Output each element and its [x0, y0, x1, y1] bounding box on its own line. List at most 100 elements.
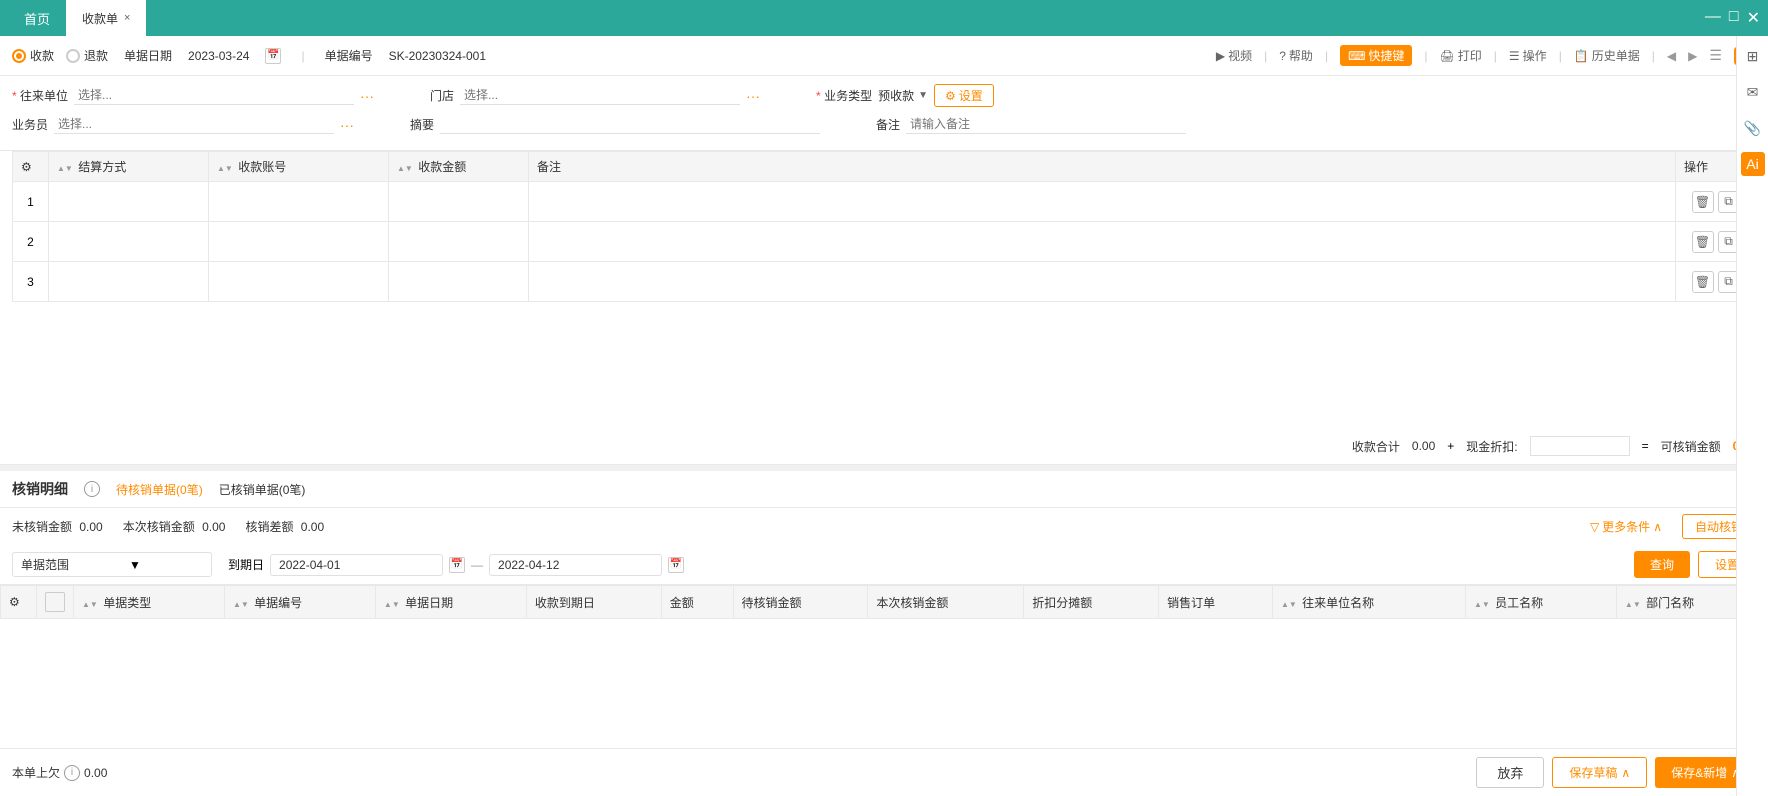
- sidebar-clip-icon[interactable]: 📎: [1741, 116, 1765, 140]
- maximize-icon[interactable]: □: [1729, 8, 1739, 28]
- row3-amount[interactable]: [389, 262, 529, 302]
- row3-note[interactable]: [529, 262, 1676, 302]
- calendar-icon[interactable]: 📅: [265, 48, 281, 64]
- form-row-1: 往来单位 ··· 门店 ··· 业务类型 预收款 ▼ ⚙ 设置: [12, 84, 1756, 107]
- row2-delete-icon[interactable]: 🗑: [1692, 231, 1714, 253]
- info-icon[interactable]: i: [84, 481, 100, 497]
- business-type-select[interactable]: 预收款 ▼: [878, 87, 928, 104]
- counterpart-more-btn[interactable]: ···: [360, 88, 374, 104]
- print-btn[interactable]: 🖨 打印: [1440, 47, 1482, 64]
- row3-settlement[interactable]: [49, 262, 209, 302]
- sidebar-table-icon[interactable]: ⊞: [1741, 44, 1765, 68]
- bottom-table: ⚙ ▲▼ 单据类型 ▲▼ 单据编号 ▲▼ 单据日期: [0, 585, 1768, 619]
- sidebar-camera-icon[interactable]: Ai: [1741, 152, 1765, 176]
- radio-receipt[interactable]: 收款: [12, 47, 54, 64]
- col-settings[interactable]: ⚙: [13, 152, 49, 182]
- row2-settlement[interactable]: [49, 222, 209, 262]
- remark-input[interactable]: [906, 115, 1186, 134]
- video-icon: ▶: [1216, 49, 1225, 63]
- pending-tab[interactable]: 待核销单据(0笔): [116, 481, 203, 498]
- row1-settlement[interactable]: [49, 182, 209, 222]
- bt-col-number: ▲▼ 单据编号: [224, 586, 375, 619]
- bt-col-gear[interactable]: ⚙: [1, 586, 37, 619]
- nav-list-icon[interactable]: ☰: [1709, 47, 1722, 64]
- radio-refund-circle: [66, 49, 80, 63]
- history-btn[interactable]: 📋 历史单据: [1574, 47, 1640, 64]
- prev-value: 0.00: [84, 766, 107, 780]
- bt-col-date: ▲▼ 单据日期: [375, 586, 526, 619]
- col-account-header: ▲▼ 收款账号: [209, 152, 389, 182]
- date-from-calendar-icon[interactable]: 📅: [449, 557, 465, 573]
- toolbar: 收款 退款 单据日期 2023-03-24 📅 | 单据编号 SK-202303…: [0, 36, 1768, 76]
- chevron-down-icon: ▼: [918, 90, 928, 101]
- bt-col-order: 销售订单: [1159, 586, 1273, 619]
- tab-close-icon[interactable]: ×: [124, 12, 130, 24]
- help-icon: ?: [1279, 49, 1286, 63]
- more-conditions-btn[interactable]: ▽ 更多条件 ∧: [1590, 518, 1662, 535]
- operation-btn[interactable]: ☰ 操作: [1509, 47, 1547, 64]
- current-value: 0.00: [202, 520, 225, 534]
- sidebar-mail-icon[interactable]: ✉: [1741, 80, 1765, 104]
- store-more-btn[interactable]: ···: [746, 88, 760, 104]
- done-tab[interactable]: 已核销单据(0笔): [219, 481, 306, 498]
- save-draft-chevron-icon: ∧: [1621, 766, 1630, 780]
- col-settlement-header: ▲▼ 结算方式: [49, 152, 209, 182]
- date-to-calendar-icon[interactable]: 📅: [668, 557, 684, 573]
- bt-col-current: 本次核销金额: [868, 586, 1024, 619]
- store-input[interactable]: [460, 86, 740, 105]
- row1-delete-icon[interactable]: 🗑: [1692, 191, 1714, 213]
- footer-info-icon[interactable]: i: [64, 765, 80, 781]
- video-btn[interactable]: ▶ 视频: [1216, 47, 1252, 64]
- row1-note[interactable]: [529, 182, 1676, 222]
- row1-account[interactable]: [209, 182, 389, 222]
- summary-input[interactable]: [440, 115, 820, 134]
- window-close-icon[interactable]: ✕: [1747, 8, 1760, 28]
- row2-amount[interactable]: [389, 222, 529, 262]
- staff-more-btn[interactable]: ···: [340, 117, 354, 133]
- tab-bar: 首页 收款单 × — □ ✕: [0, 0, 1768, 36]
- operation-icon: ☰: [1509, 49, 1520, 63]
- help-btn[interactable]: ? 帮助: [1279, 47, 1313, 64]
- row3-account[interactable]: [209, 262, 389, 302]
- remark-field: 备注: [876, 115, 1186, 134]
- nav-next-icon[interactable]: ▶: [1688, 49, 1697, 63]
- diff-value: 0.00: [301, 520, 324, 534]
- shortcut-btn[interactable]: ⌨ 快捷键: [1340, 45, 1412, 66]
- form-settings-btn[interactable]: ⚙ 设置: [934, 84, 994, 107]
- bt-col-staff: ▲▼ 员工名称: [1465, 586, 1616, 619]
- row2-note[interactable]: [529, 222, 1676, 262]
- bt-col-type: ▲▼ 单据类型: [74, 586, 225, 619]
- bt-checkbox[interactable]: [45, 592, 65, 612]
- row3-delete-icon[interactable]: 🗑: [1692, 271, 1714, 293]
- col-amount-header: ▲▼ 收款金额: [389, 152, 529, 182]
- main-content: 收款 退款 单据日期 2023-03-24 📅 | 单据编号 SK-202303…: [0, 36, 1768, 796]
- toolbar-sep1: |: [1264, 49, 1267, 63]
- staff-input[interactable]: [54, 115, 334, 134]
- date-from-input[interactable]: [270, 554, 443, 576]
- section-title: 核销明细: [12, 479, 68, 499]
- range-select[interactable]: 单据范围 ▼: [12, 552, 212, 577]
- discount-input[interactable]: [1530, 436, 1630, 456]
- query-btn[interactable]: 查询: [1634, 551, 1690, 578]
- row2-account[interactable]: [209, 222, 389, 262]
- total-value: 0.00: [1412, 439, 1435, 453]
- table-gear-icon: ⚙: [21, 160, 32, 174]
- minimize-icon[interactable]: —: [1705, 8, 1721, 28]
- tab-receipt[interactable]: 收款单 ×: [66, 0, 146, 36]
- toolbar-sep5: |: [1559, 49, 1562, 63]
- table-row: 2 🗑 ⧉: [13, 222, 1756, 262]
- footer: 本单上欠 i 0.00 放弃 保存草稿 ∧ 保存&新增 ∧: [0, 748, 1768, 796]
- abandon-btn[interactable]: 放弃: [1476, 757, 1544, 788]
- counterpart-input[interactable]: [74, 86, 354, 105]
- bt-col-check[interactable]: [37, 586, 74, 619]
- filter-icon: ▽: [1590, 520, 1599, 534]
- tab-home[interactable]: 首页: [8, 0, 66, 36]
- row1-amount[interactable]: [389, 182, 529, 222]
- receipt-refund-toggle: 收款 退款: [12, 47, 108, 64]
- date-to-input[interactable]: [489, 554, 662, 576]
- save-draft-btn[interactable]: 保存草稿 ∧: [1552, 757, 1647, 788]
- right-sidebar: ⊞ ✉ 📎 Ai: [1736, 36, 1768, 796]
- verification-section: 核销明细 i 待核销单据(0笔) 已核销单据(0笔) 未核销金额 0.00 本次…: [0, 465, 1768, 748]
- nav-prev-icon[interactable]: ◀: [1667, 49, 1676, 63]
- radio-refund[interactable]: 退款: [66, 47, 108, 64]
